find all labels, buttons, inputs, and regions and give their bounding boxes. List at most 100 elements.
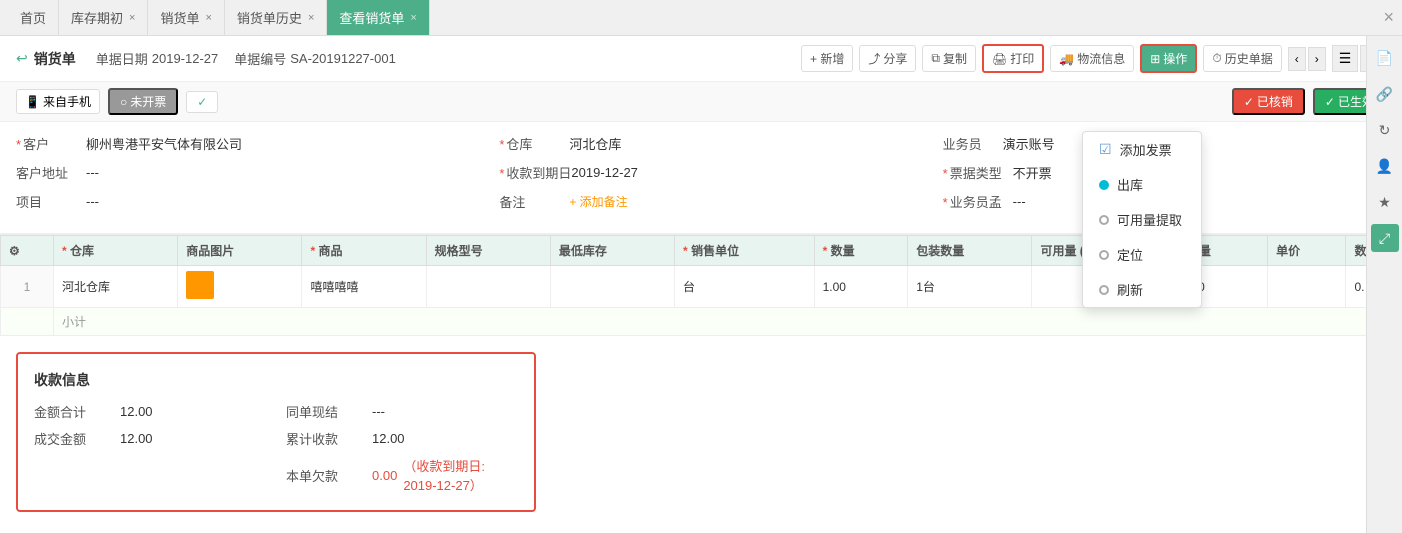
address-value: --- <box>86 165 286 180</box>
transaction-label: 成交金额 <box>34 429 114 448</box>
employee-label: 业务员 <box>943 134 1003 153</box>
check-button[interactable]: ✓ <box>186 91 218 113</box>
list-view-button[interactable]: ☰ <box>1332 45 1359 72</box>
warehouse-value: 河北仓库 <box>569 134 769 153</box>
tab-close-history[interactable]: × <box>308 12 314 24</box>
sidebar-person-icon[interactable]: 👤 <box>1371 152 1399 180</box>
balance-note: （收款到期日: 2019-12-27） <box>403 456 518 494</box>
col-spec: 规格型号 <box>426 236 550 266</box>
tab-close-inventory[interactable]: × <box>129 12 135 24</box>
menu-item-locate[interactable]: 定位 <box>1083 237 1201 272</box>
doc-type-icon: ↩ <box>16 50 28 67</box>
doc-number-label: 单据编号 <box>234 49 286 68</box>
payment-title: 收款信息 <box>34 370 518 390</box>
note-group: 备注 添加备注 <box>499 192 942 211</box>
tab-inventory-init[interactable]: 库存期初 × <box>59 0 148 35</box>
checkbox-icon: ☑ <box>1099 141 1112 158</box>
new-button[interactable]: + 新增 <box>801 45 853 72</box>
locate-label: 定位 <box>1117 245 1143 264</box>
available-qty-label: 可用量提取 <box>1117 210 1182 229</box>
logistics-button[interactable]: 🚚 物流信息 <box>1050 45 1134 72</box>
same-order-label: 同单现结 <box>286 402 366 421</box>
customer-label: 客户 <box>23 137 49 152</box>
payment-balance: 本单欠款 0.00 （收款到期日: 2019-12-27） <box>286 456 518 494</box>
doc-header: ↩ 销货单 单据日期 2019-12-27 单据编号 SA-20191227-0… <box>0 36 1402 82</box>
col-unit-price: 单价 <box>1268 236 1346 266</box>
copy-button[interactable]: ⧉ 复制 <box>922 45 976 72</box>
share-icon: ⤴ <box>868 50 880 67</box>
subtotal-row: 小计 <box>1 308 1402 336</box>
cell-product: 嘻嘻嘻嘻 <box>302 266 426 308</box>
history-button[interactable]: ⏱ 历史单据 <box>1203 45 1281 72</box>
history-icon: ⏱ <box>1212 51 1221 66</box>
due-date-value: 2019-12-27 <box>571 165 771 180</box>
add-note-button[interactable]: 添加备注 <box>569 193 627 210</box>
customer-group: *客户 柳州粤港平安气体有限公司 <box>16 134 459 153</box>
sales-rep-label: 业务员孟 <box>950 195 1002 210</box>
status-row: 📱 来自手机 ○ 未开票 ✓ ✓ 已核销 ✓ 已生效 <box>0 82 1402 122</box>
radio-dot-locate <box>1099 250 1109 260</box>
phone-icon: 📱 <box>25 95 40 109</box>
address-group: 客户地址 --- <box>16 163 459 182</box>
cell-package-qty: 1台 <box>908 266 1032 308</box>
customer-value: 柳州粤港平安气体有限公司 <box>86 134 286 153</box>
col-min-stock: 最低库存 <box>550 236 674 266</box>
effect-icon: ✓ <box>1325 95 1335 109</box>
menu-item-add-invoice[interactable]: ☑ 添加发票 <box>1083 132 1201 167</box>
ticket-icon: ○ <box>120 95 127 109</box>
tab-sales-history[interactable]: 销货单历史 × <box>225 0 327 35</box>
tab-view-sales-order[interactable]: 查看销货单 × <box>327 0 429 35</box>
tab-sales-order[interactable]: 销货单 × <box>148 0 224 35</box>
cell-quantity: 1.00 <box>814 266 908 308</box>
doc-actions: + 新增 ⤴ 分享 ⧉ 复制 🖨 打印 🚚 物流信息 ⊞ 操作 ⏱ <box>801 44 1386 73</box>
dropdown-menu: ☑ 添加发票 出库 可用量提取 定位 刷新 <box>1082 131 1202 308</box>
sidebar-doc-icon[interactable]: 📄 <box>1371 44 1399 72</box>
copy-icon: ⧉ <box>931 51 940 66</box>
print-icon: 🖨 <box>992 52 1007 66</box>
tab-close-view[interactable]: × <box>410 12 416 24</box>
print-button[interactable]: 🖨 打印 <box>982 44 1044 73</box>
project-group: 项目 --- <box>16 192 459 211</box>
tab-home[interactable]: 首页 <box>8 0 59 35</box>
note-label: 备注 <box>499 192 569 211</box>
radio-dot-available <box>1099 215 1109 225</box>
menu-item-outbound[interactable]: 出库 <box>1083 167 1201 202</box>
from-phone-button[interactable]: 📱 来自手机 <box>16 89 100 114</box>
col-sales-unit: 销售单位 <box>675 236 815 266</box>
sidebar-expand-icon[interactable]: ⤢ <box>1371 224 1399 252</box>
address-label: 客户地址 <box>16 163 86 182</box>
not-open-ticket-button[interactable]: ○ 未开票 <box>108 88 178 115</box>
right-sidebar: 📄 🔗 ↻ 👤 ★ ⤢ <box>1366 36 1402 533</box>
menu-item-refresh[interactable]: 刷新 <box>1083 272 1201 307</box>
balance-label: 本单欠款 <box>286 466 366 485</box>
same-order-value: --- <box>372 404 385 419</box>
subtotal-label: 小计 <box>54 308 1402 336</box>
tab-bar: 首页 库存期初 × 销货单 × 销货单历史 × 查看销货单 × × <box>0 0 1402 36</box>
project-value: --- <box>86 194 286 209</box>
prev-button[interactable]: ‹ <box>1288 47 1306 71</box>
doc-number-item: 单据编号 SA-20191227-001 <box>234 49 396 68</box>
check-icon: ✓ <box>197 95 207 109</box>
nav-arrows: ‹ › <box>1288 47 1326 71</box>
total-label: 金额合计 <box>34 402 114 421</box>
next-button[interactable]: › <box>1308 47 1326 71</box>
share-button[interactable]: ⤴ 分享 <box>859 45 916 72</box>
cell-min-stock <box>550 266 674 308</box>
col-quantity: 数量 <box>814 236 908 266</box>
col-settings: ⚙ <box>1 236 54 266</box>
outbound-label: 出库 <box>1117 175 1143 194</box>
window-close-button[interactable]: × <box>1383 7 1394 28</box>
main-content: ↩ 销货单 单据日期 2019-12-27 单据编号 SA-20191227-0… <box>0 36 1402 533</box>
sidebar-link-icon[interactable]: 🔗 <box>1371 80 1399 108</box>
transaction-value: 12.00 <box>120 431 153 446</box>
col-product-image: 商品图片 <box>178 236 302 266</box>
sold-button[interactable]: ✓ 已核销 <box>1232 88 1305 115</box>
menu-item-available-qty[interactable]: 可用量提取 <box>1083 202 1201 237</box>
tab-close-sales[interactable]: × <box>205 12 211 24</box>
sidebar-star-icon[interactable]: ★ <box>1371 188 1399 216</box>
payment-same-order: 同单现结 --- <box>286 402 518 421</box>
cell-warehouse: 河北仓库 <box>54 266 178 308</box>
radio-dot-outbound <box>1099 180 1109 190</box>
sidebar-refresh-icon[interactable]: ↻ <box>1371 116 1399 144</box>
operate-button[interactable]: ⊞ 操作 <box>1140 44 1197 73</box>
